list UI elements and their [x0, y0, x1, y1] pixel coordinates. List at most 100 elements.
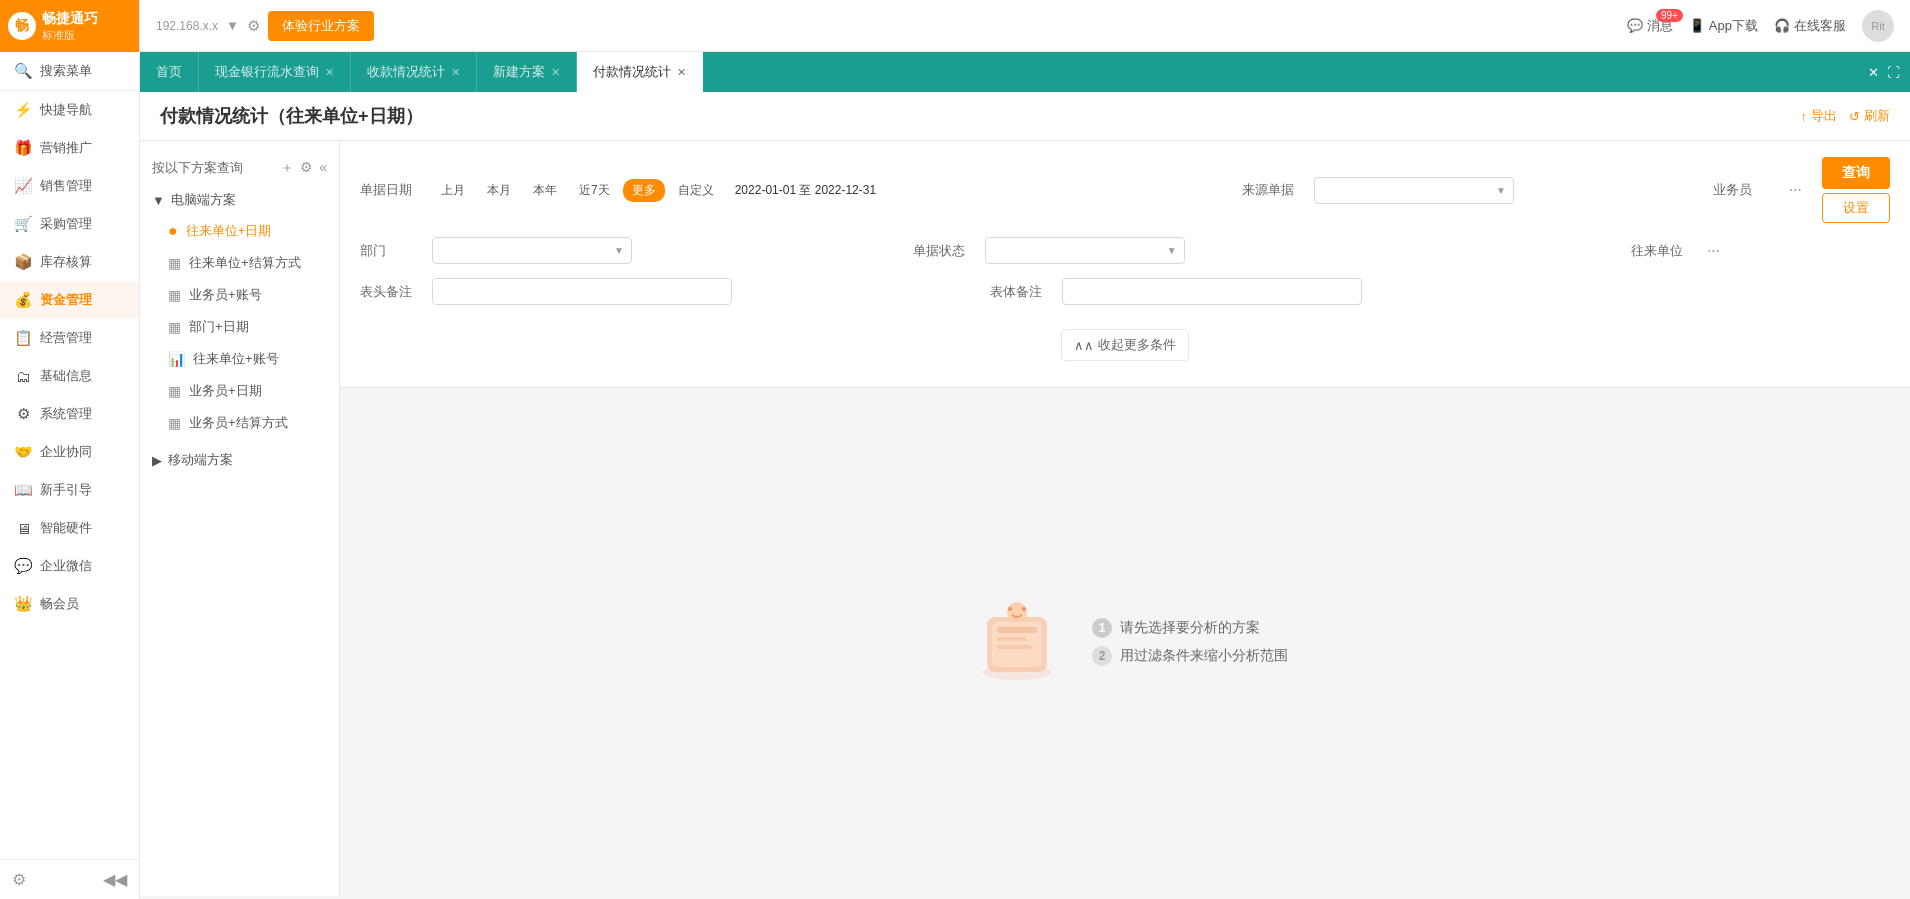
sidebar-item-marketing[interactable]: 🎁 营销推广	[0, 129, 139, 167]
source-select[interactable]	[1314, 177, 1514, 204]
sidebar-logo: 畅 畅捷通巧 标准版	[0, 0, 139, 52]
tab-expand-icon[interactable]: ⛶	[1887, 65, 1900, 80]
tab-close-all-icon[interactable]: ✕	[1868, 65, 1879, 80]
collapse-btn[interactable]: ∧∧ 收起更多条件	[1061, 329, 1189, 361]
panel-title: 按以下方案查询	[152, 159, 243, 177]
scheme-item-label: 部门+日期	[189, 318, 249, 336]
refresh-btn[interactable]: ↺ 刷新	[1849, 107, 1890, 125]
sidebar-item-label: 新手引导	[40, 481, 92, 499]
svg-point-6	[1007, 602, 1027, 622]
message-btn[interactable]: 💬 消息 99+	[1627, 17, 1673, 35]
online-service-btn[interactable]: 🎧 在线客服	[1774, 17, 1846, 35]
scheme-item-salesperson-settlement[interactable]: ▦ 业务员+结算方式	[140, 407, 339, 439]
sidebar-item-basic[interactable]: 🗂 基础信息	[0, 357, 139, 395]
chevron-down-icon[interactable]: ▼	[226, 18, 239, 33]
scheme-item-partner-date[interactable]: ● 往来单位+日期	[140, 215, 339, 247]
date-value[interactable]: 2022-01-01 至 2022-12-31	[735, 182, 876, 199]
scheme-item-partner-account[interactable]: 📊 往来单位+账号	[140, 343, 339, 375]
scheme-group-desktop-title[interactable]: ▼ 电脑端方案	[140, 185, 339, 215]
sidebar-item-vip[interactable]: 👑 畅会员	[0, 585, 139, 623]
sidebar-item-label: 企业协同	[40, 443, 92, 461]
sidebar-item-system[interactable]: ⚙ 系统管理	[0, 395, 139, 433]
operation-icon: 📋	[14, 329, 32, 347]
sidebar-item-sales[interactable]: 📈 销售管理	[0, 167, 139, 205]
scheme-item-label: 业务员+日期	[189, 382, 262, 400]
date-btn-more[interactable]: 更多	[623, 179, 665, 202]
date-btn-last-month[interactable]: 上月	[432, 178, 474, 203]
sidebar-item-purchase[interactable]: 🛒 采购管理	[0, 205, 139, 243]
page-title: 付款情况统计（往来单位+日期）	[160, 104, 423, 128]
date-btn-this-year[interactable]: 本年	[524, 178, 566, 203]
sidebar-item-operation[interactable]: 📋 经营管理	[0, 319, 139, 357]
sidebar-item-capital[interactable]: 💰 资金管理	[0, 281, 139, 319]
tab-new-plan-close[interactable]: ✕	[551, 66, 560, 79]
sidebar-item-hardware[interactable]: 🖥 智能硬件	[0, 509, 139, 547]
salesperson-filter-label: 业务员	[1713, 181, 1769, 199]
partner-dots[interactable]: ···	[1703, 242, 1724, 260]
empty-tip-2: 2 用过滤条件来缩小分析范围	[1092, 646, 1288, 666]
collapse-row: ∧∧ 收起更多条件	[360, 319, 1890, 371]
settings-icon[interactable]: ⚙	[247, 17, 260, 35]
scheme-item-salesperson-date[interactable]: ▦ 业务员+日期	[140, 375, 339, 407]
tab-payment[interactable]: 付款情况统计 ✕	[577, 52, 703, 92]
sidebar-item-guide[interactable]: 📖 新手引导	[0, 471, 139, 509]
add-scheme-icon[interactable]: ＋	[280, 159, 294, 177]
system-icon: ⚙	[14, 405, 32, 423]
sidebar-item-label: 畅会员	[40, 595, 79, 613]
sidebar-item-label: 企业微信	[40, 557, 92, 575]
collapse-label: 收起更多条件	[1098, 336, 1176, 354]
scheme-item-label: 往来单位+结算方式	[189, 254, 301, 272]
query-btn[interactable]: 查询	[1822, 157, 1890, 189]
user-avatar[interactable]: Rit	[1862, 10, 1894, 42]
body-note-input[interactable]	[1062, 278, 1362, 305]
scheme-item-salesperson-account[interactable]: ▦ 业务员+账号	[140, 279, 339, 311]
salesperson-dots[interactable]: ···	[1785, 181, 1806, 199]
settings-icon[interactable]: ⚙	[12, 870, 26, 889]
sidebar-item-label: 快捷导航	[40, 101, 92, 119]
tip-text-2: 用过滤条件来缩小分析范围	[1120, 647, 1288, 665]
date-btn-7days[interactable]: 近7天	[570, 178, 619, 203]
dept-select-wrapper	[432, 237, 632, 264]
svg-rect-4	[997, 637, 1027, 641]
status-filter-label: 单据状态	[913, 242, 969, 260]
tab-income-close[interactable]: ✕	[451, 66, 460, 79]
sidebar-item-inventory[interactable]: 📦 库存核算	[0, 243, 139, 281]
sidebar-item-search[interactable]: 🔍 搜索菜单	[0, 52, 139, 91]
date-btn-this-month[interactable]: 本月	[478, 178, 520, 203]
tip-text-1: 请先选择要分析的方案	[1120, 619, 1260, 637]
app-edition: 标准版	[42, 28, 98, 43]
tab-home[interactable]: 首页	[140, 52, 199, 92]
sidebar-item-label: 智能硬件	[40, 519, 92, 537]
scheme-item-partner-settlement[interactable]: ▦ 往来单位+结算方式	[140, 247, 339, 279]
tab-payment-close[interactable]: ✕	[677, 66, 686, 79]
sidebar-item-label: 营销推广	[40, 139, 92, 157]
scheme-group-mobile-title[interactable]: ▶ 移动端方案	[140, 445, 339, 475]
tab-new-plan[interactable]: 新建方案 ✕	[477, 52, 577, 92]
collapse-panel-icon[interactable]: «	[319, 159, 327, 177]
manage-scheme-icon[interactable]: ⚙	[300, 159, 313, 177]
empty-tip-1: 1 请先选择要分析的方案	[1092, 618, 1288, 638]
tab-income[interactable]: 收款情况统计 ✕	[351, 52, 477, 92]
panel-header: 按以下方案查询 ＋ ⚙ «	[140, 151, 339, 185]
app-download-btn[interactable]: 📱 App下载	[1689, 17, 1758, 35]
search-icon: 🔍	[14, 62, 32, 80]
status-select[interactable]	[985, 237, 1185, 264]
export-icon: ↑	[1801, 109, 1808, 124]
tab-bank-close[interactable]: ✕	[325, 66, 334, 79]
guide-icon: 📖	[14, 481, 32, 499]
left-panel: 按以下方案查询 ＋ ⚙ « ▼ 电脑端方案 ● 往来单位+日期	[140, 141, 340, 896]
header-note-input[interactable]	[432, 278, 732, 305]
dept-select[interactable]	[432, 237, 632, 264]
industry-btn[interactable]: 体验行业方案	[268, 11, 374, 41]
sidebar-item-enterprise[interactable]: 🤝 企业协同	[0, 433, 139, 471]
date-btn-custom[interactable]: 自定义	[669, 178, 723, 203]
svg-rect-3	[997, 627, 1037, 633]
sidebar-item-wechat[interactable]: 💬 企业微信	[0, 547, 139, 585]
sidebar-item-shortcut[interactable]: ⚡ 快捷导航	[0, 91, 139, 129]
scheme-item-dept-date[interactable]: ▦ 部门+日期	[140, 311, 339, 343]
collapse-sidebar-icon[interactable]: ◀◀	[103, 870, 127, 889]
setting-btn[interactable]: 设置	[1822, 193, 1890, 223]
export-btn[interactable]: ↑ 导出	[1801, 107, 1838, 125]
tab-bank[interactable]: 现金银行流水查询 ✕	[199, 52, 351, 92]
tab-actions: ✕ ⛶	[1858, 52, 1910, 92]
